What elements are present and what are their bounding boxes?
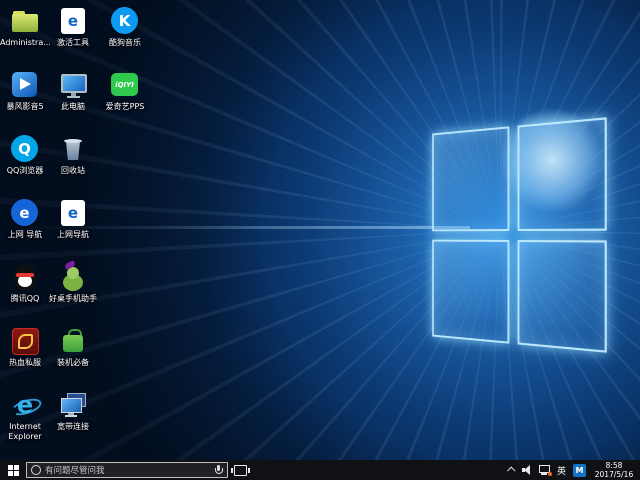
icon-label: 爱奇艺PPS <box>100 102 150 112</box>
internet-explorer-icon: e <box>10 390 40 420</box>
volume-icon[interactable] <box>522 465 532 475</box>
phone-assistant-icon <box>58 262 88 292</box>
desktop-icon-baofeng-player[interactable]: 暴风影音5 <box>2 68 48 132</box>
icon-label: 酷狗音乐 <box>100 38 150 48</box>
desktop-icon-essentials[interactable]: 装机必备 <box>48 324 98 388</box>
icon-label: QQ浏览器 <box>0 166 50 176</box>
iqiyi-pps-icon: iQIYI <box>110 70 140 100</box>
network-icon[interactable] <box>539 465 550 475</box>
desktop[interactable]: Administra... e 激活工具 K 酷狗音乐 暴风影音5 <box>0 0 640 460</box>
desktop-icon-internet-explorer[interactable]: e Internet Explorer <box>2 388 48 452</box>
desktop-icon-this-pc[interactable]: 此电脑 <box>48 68 98 132</box>
hidden-icons-chevron[interactable] <box>507 466 515 474</box>
desktop-icon-internet-nav-circle[interactable]: e 上网 导航 <box>2 196 48 260</box>
desktop-icon-tencent-qq[interactable]: 腾讯QQ <box>2 260 48 324</box>
icon-label: 好桌手机助手 <box>48 294 98 304</box>
start-button[interactable] <box>0 460 26 480</box>
microphone-icon[interactable] <box>214 465 223 476</box>
taskbar-search[interactable]: 有问题尽管问我 <box>26 462 228 478</box>
task-view-icon <box>234 465 247 476</box>
cortana-icon <box>31 465 41 475</box>
icon-label: 热血私服 <box>0 358 50 368</box>
desktop-icon-recycle-bin[interactable]: 回收站 <box>48 132 98 196</box>
icon-label: 此电脑 <box>48 102 98 112</box>
tray-clock-date: 2017/5/16 <box>595 470 633 479</box>
desktop-icon-iqiyi-pps[interactable]: iQIYI 爱奇艺PPS <box>98 68 152 132</box>
icon-label: 装机必备 <box>48 358 98 368</box>
icon-label: Administra... <box>0 38 50 48</box>
task-view-button[interactable] <box>228 460 252 480</box>
desktop-icon-internet-nav-tile[interactable]: e 上网导航 <box>48 196 98 260</box>
icon-label: 上网导航 <box>48 230 98 240</box>
desktop-icon-rexue-game[interactable]: 热血私服 <box>2 324 48 388</box>
qq-penguin-icon <box>10 262 40 292</box>
tray-clock-time: 8:58 <box>606 461 623 470</box>
activation-tool-icon: e <box>58 6 88 36</box>
internet-nav-tile-icon: e <box>58 198 88 228</box>
taskbar: 有问题尽管问我 英 M 8:58 2017/5/16 <box>0 460 640 480</box>
icon-label: 宽带连接 <box>48 422 98 432</box>
desktop-icon-administrator[interactable]: Administra... <box>2 4 48 68</box>
windows-logo-icon <box>8 465 19 476</box>
rexue-game-icon <box>10 326 40 356</box>
ime-indicator[interactable]: 英 <box>557 464 566 477</box>
desktop-icon-broadband[interactable]: 宽带连接 <box>48 388 98 452</box>
icon-label: 腾讯QQ <box>0 294 50 304</box>
icon-label: 回收站 <box>48 166 98 176</box>
desktop-icon-grid: Administra... e 激活工具 K 酷狗音乐 暴风影音5 <box>2 4 152 452</box>
system-tray: 英 M 8:58 2017/5/16 <box>509 461 640 480</box>
desktop-icon-activation-tool[interactable]: e 激活工具 <box>48 4 98 68</box>
notification-dot <box>548 472 552 476</box>
input-method-badge[interactable]: M <box>573 464 586 477</box>
shopping-bag-icon <box>58 326 88 356</box>
icon-label: 激活工具 <box>48 38 98 48</box>
desktop-icon-qq-browser[interactable]: Q QQ浏览器 <box>2 132 48 196</box>
this-pc-icon <box>58 70 88 100</box>
icon-label: Internet Explorer <box>0 422 50 441</box>
icon-label: 暴风影音5 <box>0 102 50 112</box>
desktop-icon-kugou-music[interactable]: K 酷狗音乐 <box>98 4 152 68</box>
folder-icon <box>10 6 40 36</box>
kugou-music-icon: K <box>110 6 140 36</box>
icon-label: 上网 导航 <box>0 230 50 240</box>
recycle-bin-icon <box>58 134 88 164</box>
tray-clock[interactable]: 8:58 2017/5/16 <box>593 461 635 480</box>
search-placeholder: 有问题尽管问我 <box>45 464 210 476</box>
screen: Administra... e 激活工具 K 酷狗音乐 暴风影音5 <box>0 0 640 480</box>
desktop-icon-phone-assistant[interactable]: 好桌手机助手 <box>48 260 98 324</box>
broadband-connection-icon <box>58 390 88 420</box>
qq-browser-icon: Q <box>10 134 40 164</box>
internet-nav-icon: e <box>10 198 40 228</box>
baofeng-player-icon <box>10 70 40 100</box>
